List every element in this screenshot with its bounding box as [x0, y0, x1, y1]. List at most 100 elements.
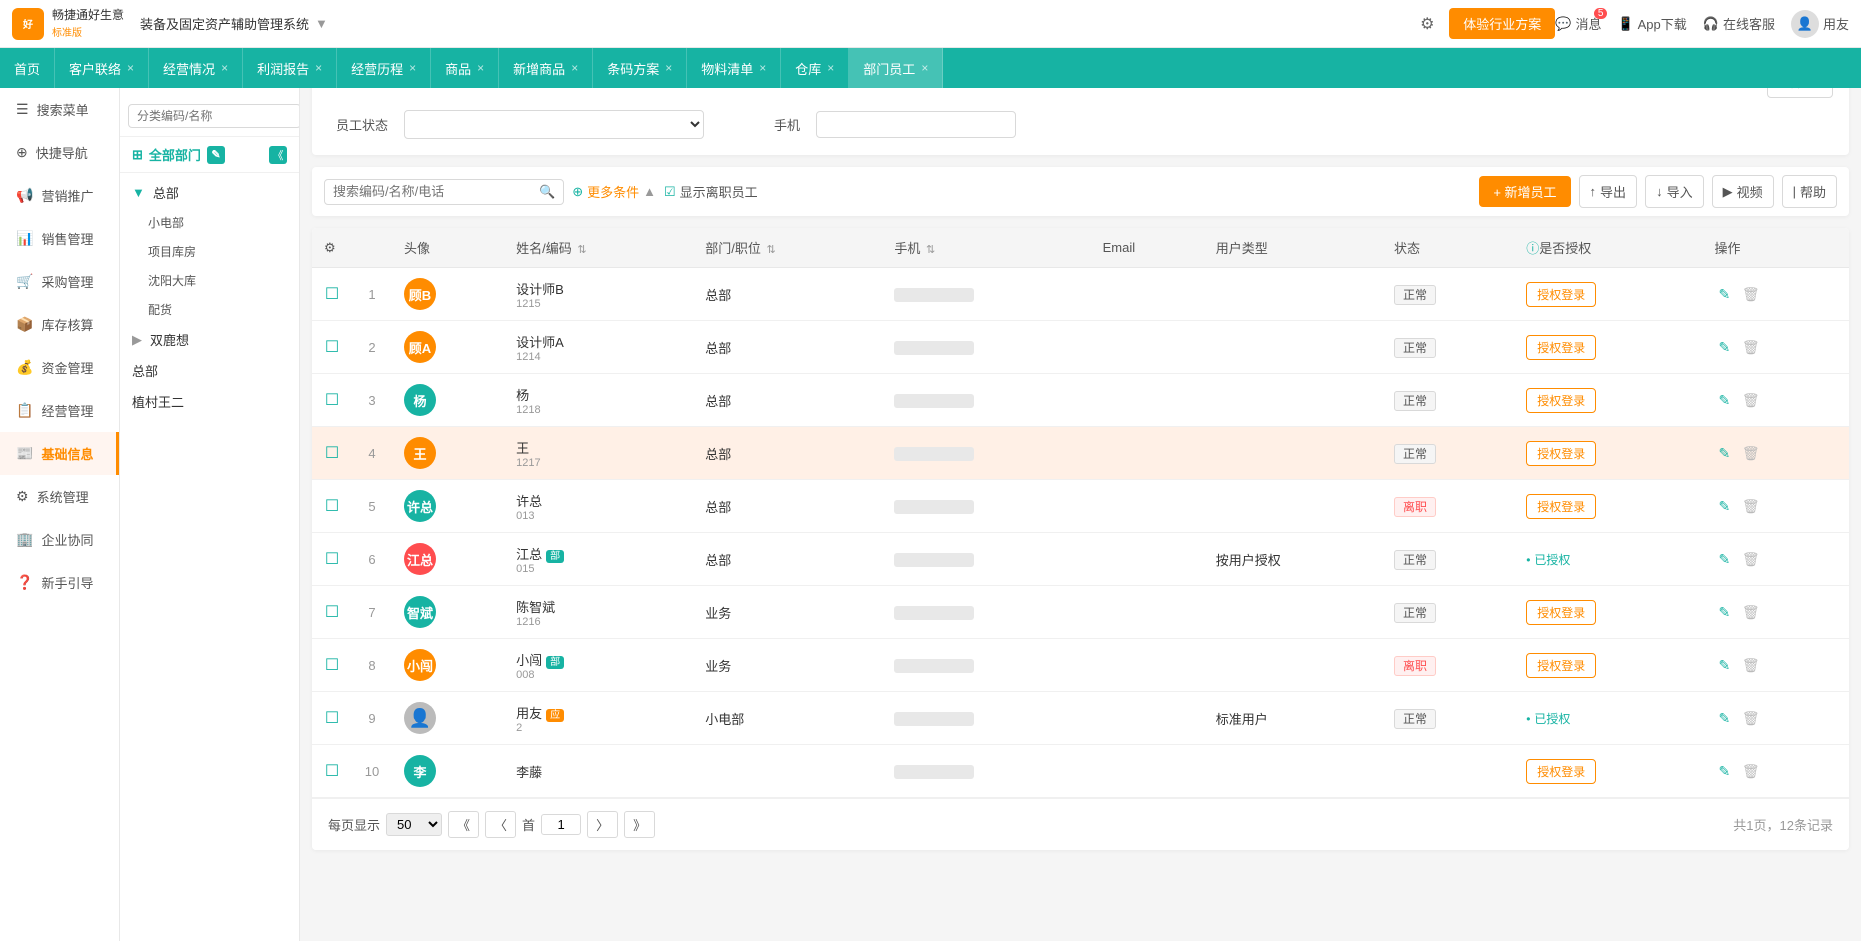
sidebar-item-inventory[interactable]: 📦库存核算: [0, 303, 119, 346]
nav-tab-利润报告[interactable]: 利润报告×: [243, 48, 337, 88]
auth-login-btn[interactable]: 授权登录: [1526, 282, 1596, 307]
delete-btn[interactable]: 🗑: [1738, 390, 1764, 411]
row-auth[interactable]: 授权登录: [1514, 639, 1702, 692]
edit-btn[interactable]: ✎: [1714, 284, 1734, 305]
nav-tab-客户联络[interactable]: 客户联络×: [55, 48, 149, 88]
sidebar-item-marketing[interactable]: 📢营销推广: [0, 174, 119, 217]
nav-tab-部门员工[interactable]: 部门员工×: [849, 48, 943, 88]
search-input[interactable]: [333, 184, 533, 199]
dept-item-zhicunwanger[interactable]: 植村王二: [120, 386, 299, 417]
row-checkbox[interactable]: ☐: [312, 268, 352, 321]
delete-btn[interactable]: 🗑: [1738, 655, 1764, 676]
edit-btn[interactable]: ✎: [1714, 337, 1734, 358]
edit-btn[interactable]: ✎: [1714, 443, 1734, 464]
dept-item-shenyangdaku[interactable]: 沈阳大库: [120, 266, 299, 295]
close-tab-icon[interactable]: ×: [921, 61, 928, 75]
emp-status-select[interactable]: [404, 110, 704, 139]
messages-btn[interactable]: 💬 5 消息: [1555, 14, 1601, 33]
row-checkbox[interactable]: ☐: [312, 427, 352, 480]
sidebar-item-finance[interactable]: 💰资金管理: [0, 346, 119, 389]
online-service-btn[interactable]: 🎧 在线客服: [1703, 14, 1775, 33]
prev-page-btn[interactable]: 〈: [485, 811, 516, 838]
delete-btn[interactable]: 🗑: [1738, 443, 1764, 464]
sidebar-item-enterprise[interactable]: 🏢企业协同: [0, 518, 119, 561]
nav-tab-新增商品[interactable]: 新增商品×: [499, 48, 593, 88]
nav-tab-仓库[interactable]: 仓库×: [781, 48, 849, 88]
row-checkbox[interactable]: ☐: [312, 639, 352, 692]
settings-icon[interactable]: ⚙: [1413, 10, 1441, 38]
dept-item-xiaodibu[interactable]: 小电部: [120, 208, 299, 237]
sidebar-item-quick-nav[interactable]: ⊕快捷导航: [0, 131, 119, 174]
close-tab-icon[interactable]: ×: [221, 61, 228, 75]
close-tab-icon[interactable]: ×: [127, 61, 134, 75]
row-checkbox[interactable]: ☐: [312, 533, 352, 586]
view-button[interactable]: ▶ 视频: [1712, 175, 1774, 208]
export-button[interactable]: ↑ 导出: [1579, 175, 1638, 208]
page-size-select[interactable]: 50 20 100: [386, 813, 442, 836]
dept-item-zongbu[interactable]: 总部: [120, 355, 299, 386]
row-checkbox[interactable]: ☐: [312, 745, 352, 798]
close-tab-icon[interactable]: ×: [315, 61, 322, 75]
edit-btn[interactable]: ✎: [1714, 761, 1734, 782]
dept-item-xiangmuKufang[interactable]: 项目库房: [120, 237, 299, 266]
sidebar-item-search-menu[interactable]: ☰搜索菜单: [0, 88, 119, 131]
search-icon[interactable]: 🔍: [539, 184, 555, 200]
edit-btn[interactable]: ✎: [1714, 496, 1734, 517]
nav-tab-商品[interactable]: 商品×: [431, 48, 499, 88]
edit-btn[interactable]: ✎: [1714, 549, 1734, 570]
row-checkbox[interactable]: ☐: [312, 480, 352, 533]
delete-btn[interactable]: 🗑: [1738, 549, 1764, 570]
row-auth[interactable]: 授权登录: [1514, 321, 1702, 374]
col-name[interactable]: 姓名/编码 ⇅: [504, 228, 693, 268]
nav-tab-物料清单[interactable]: 物料清单×: [687, 48, 781, 88]
dept-collapse-btn[interactable]: 《: [269, 146, 287, 164]
help-button[interactable]: | 帮助: [1782, 175, 1837, 208]
edit-btn[interactable]: ✎: [1714, 602, 1734, 623]
last-page-btn[interactable]: 》: [624, 811, 655, 838]
nav-tab-经营情况[interactable]: 经营情况×: [149, 48, 243, 88]
col-settings[interactable]: ⚙: [312, 228, 352, 268]
delete-btn[interactable]: 🗑: [1738, 602, 1764, 623]
row-checkbox[interactable]: ☐: [312, 374, 352, 427]
row-auth[interactable]: 授权登录: [1514, 268, 1702, 321]
all-dept-label[interactable]: 全部部门: [149, 145, 201, 164]
auth-login-btn[interactable]: 授权登录: [1526, 441, 1596, 466]
auth-login-btn[interactable]: 授权登录: [1526, 335, 1596, 360]
more-filter-btn[interactable]: ⊕ 更多条件 ▲: [572, 182, 656, 201]
row-auth[interactable]: 授权登录: [1514, 586, 1702, 639]
edit-btn[interactable]: ✎: [1714, 655, 1734, 676]
delete-btn[interactable]: 🗑: [1738, 284, 1764, 305]
nav-tab-条码方案[interactable]: 条码方案×: [593, 48, 687, 88]
dept-item-shuanglusiang[interactable]: ▶ 双鹿想: [120, 324, 299, 355]
dept-search-input[interactable]: [128, 104, 300, 128]
user-menu[interactable]: 👤 用友: [1791, 10, 1849, 38]
add-employee-button[interactable]: + 新增员工: [1479, 176, 1570, 207]
auth-login-btn[interactable]: 授权登录: [1526, 388, 1596, 413]
delete-btn[interactable]: 🗑: [1738, 761, 1764, 782]
row-checkbox[interactable]: ☐: [312, 692, 352, 745]
delete-btn[interactable]: 🗑: [1738, 337, 1764, 358]
row-checkbox[interactable]: ☐: [312, 321, 352, 374]
close-tab-icon[interactable]: ×: [409, 61, 416, 75]
row-auth[interactable]: 授权登录: [1514, 480, 1702, 533]
delete-btn[interactable]: 🗑: [1738, 708, 1764, 729]
dropdown-icon[interactable]: ▼: [315, 16, 328, 31]
dept-edit-icon[interactable]: ✎: [207, 146, 225, 164]
auth-login-btn[interactable]: 授权登录: [1526, 653, 1596, 678]
sidebar-item-system[interactable]: ⚙系统管理: [0, 475, 119, 518]
next-page-btn[interactable]: 〉: [587, 811, 618, 838]
page-number-input[interactable]: [541, 814, 581, 835]
col-dept[interactable]: 部门/职位 ⇅: [693, 228, 882, 268]
auth-login-btn[interactable]: 授权登录: [1526, 494, 1596, 519]
close-tab-icon[interactable]: ×: [665, 61, 672, 75]
app-download-btn[interactable]: 📱 App下载: [1617, 14, 1686, 33]
row-auth[interactable]: 授权登录: [1514, 427, 1702, 480]
phone-input[interactable]: [816, 111, 1016, 138]
sidebar-item-sales[interactable]: 📊销售管理: [0, 217, 119, 260]
col-phone[interactable]: 手机 ⇅: [882, 228, 1090, 268]
nav-tab-首页[interactable]: 首页: [0, 48, 55, 88]
import-button[interactable]: ↓ 导入: [1645, 175, 1704, 208]
close-tab-icon[interactable]: ×: [571, 61, 578, 75]
close-tab-icon[interactable]: ×: [827, 61, 834, 75]
dept-item-peihuo[interactable]: 配货: [120, 295, 299, 324]
